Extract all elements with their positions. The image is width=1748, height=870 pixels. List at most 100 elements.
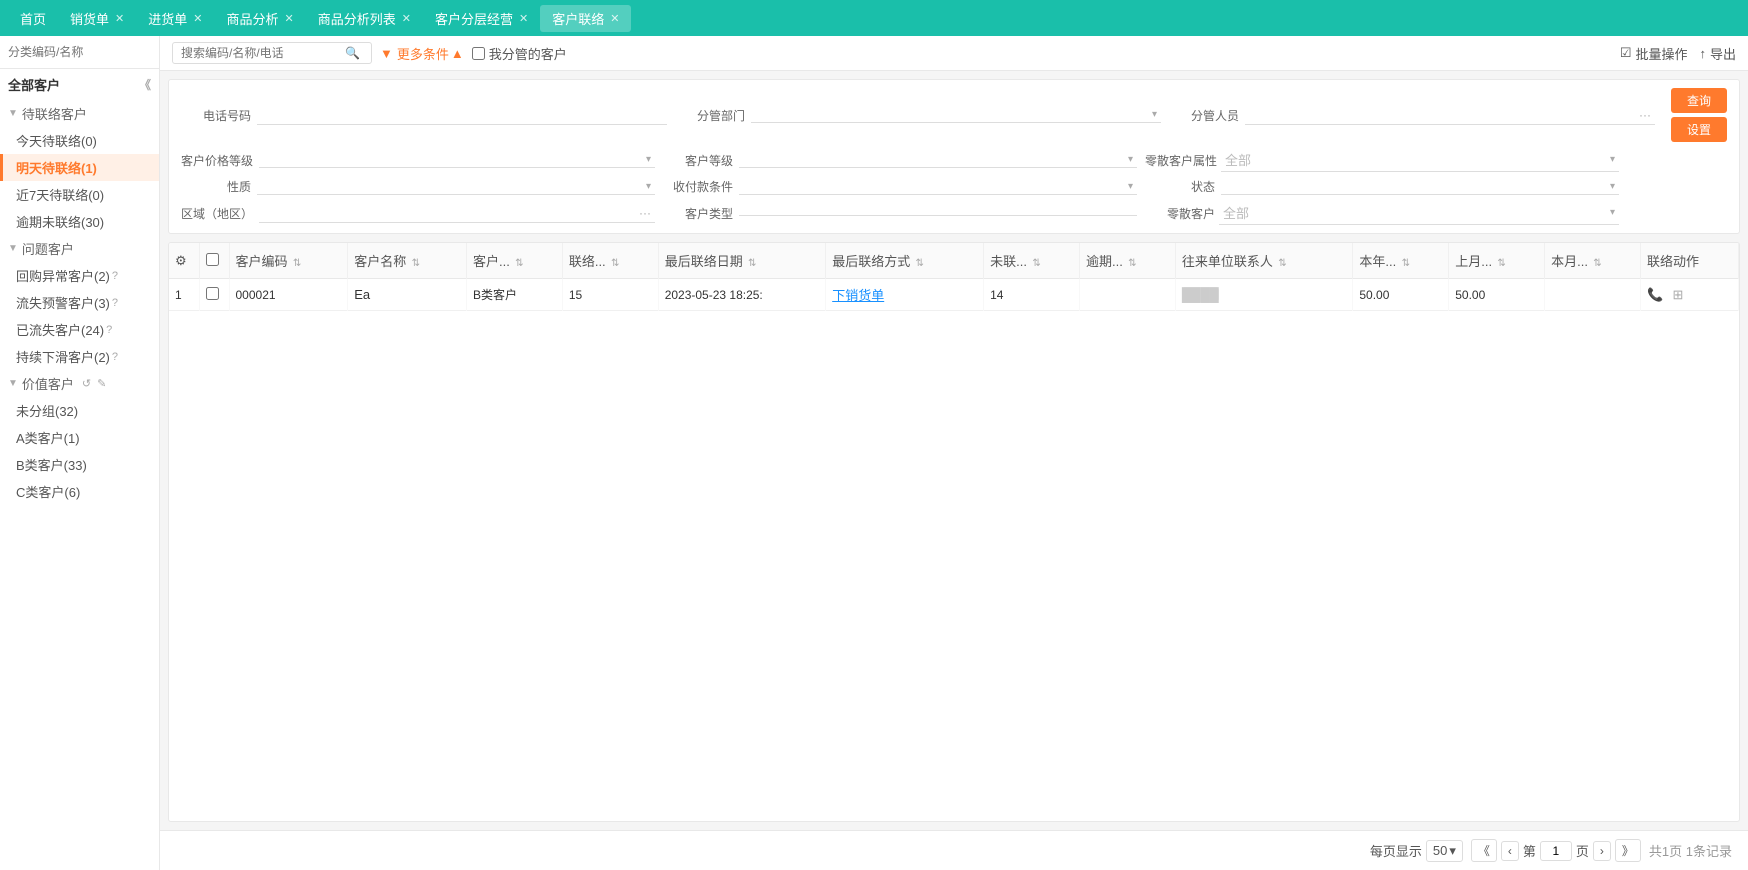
manager-ellipsis-icon[interactable]: ···	[1639, 108, 1651, 122]
last-method-link[interactable]: 下销货单	[832, 288, 884, 303]
filter-row-1: 电话号码 分管部门 ▾ 分管人员 ···	[181, 88, 1727, 142]
sort-this-month-icon[interactable]: ⇅	[1593, 258, 1601, 269]
sidebar-item-declining[interactable]: 持续下滑客户(2) ?	[0, 343, 159, 370]
retail-attr-select[interactable]: 全部 ▾	[1221, 148, 1619, 172]
last-page-btn[interactable]: 》	[1615, 839, 1641, 862]
sidebar-item-overdue[interactable]: 逾期未联络(30)	[0, 208, 159, 235]
nav-customer-tier[interactable]: 客户分层经营 ✕	[423, 5, 540, 32]
help-icon-1[interactable]: ?	[112, 270, 118, 282]
select-all-checkbox[interactable]	[206, 253, 219, 266]
search-icon[interactable]: 🔍	[345, 46, 360, 60]
sort-overdue-icon[interactable]: ⇅	[1128, 258, 1136, 269]
close-sales-icon[interactable]: ✕	[115, 12, 124, 25]
all-customers-header[interactable]: 全部客户 《	[0, 69, 159, 100]
more-conditions-btn[interactable]: ▼ 更多条件 ▲	[380, 44, 464, 63]
close-product-list-icon[interactable]: ✕	[402, 12, 411, 25]
sidebar-search-area: 🔍	[0, 36, 159, 69]
phone-label: 电话号码	[181, 107, 251, 124]
cell-last-method[interactable]: 下销货单	[826, 279, 984, 311]
nav-sales[interactable]: 销货单 ✕	[58, 5, 136, 32]
refresh-icon[interactable]: ↺	[82, 377, 91, 390]
sidebar-item-repurchase-abnormal[interactable]: 回购异常客户(2) ?	[0, 262, 159, 289]
price-level-select[interactable]: ▾	[259, 152, 655, 168]
phone-input[interactable]	[257, 106, 667, 125]
sort-contact-icon[interactable]: ⇅	[611, 258, 619, 269]
sort-year-icon[interactable]: ⇅	[1402, 258, 1410, 269]
action-more-icon[interactable]: ⊞	[1672, 287, 1683, 302]
next-page-btn[interactable]: ›	[1593, 841, 1611, 861]
sort-last-month-icon[interactable]: ⇅	[1497, 258, 1505, 269]
payment-select[interactable]: ▾	[739, 179, 1137, 195]
sort-type-icon[interactable]: ⇅	[515, 258, 523, 269]
edit-icon[interactable]: ✎	[97, 377, 106, 390]
nav-purchase[interactable]: 进货单 ✕	[136, 5, 214, 32]
sidebar-item-churn-warning[interactable]: 流失预警客户(3) ?	[0, 289, 159, 316]
cell-overdue	[1079, 279, 1175, 311]
status-select[interactable]: ▾	[1221, 179, 1619, 195]
help-icon-3[interactable]: ?	[106, 324, 112, 336]
sidebar-section-value: 价值客户 ↺ ✎	[0, 370, 159, 397]
gender-select[interactable]: ▾	[257, 179, 655, 195]
chevron-up-icon: ▲	[451, 46, 464, 61]
sort-name-icon[interactable]: ⇅	[412, 258, 420, 269]
nav-customer-contact[interactable]: 客户联络 ✕	[540, 5, 631, 32]
division-select[interactable]: ▾	[751, 107, 1161, 123]
my-customers-checkbox[interactable]	[472, 47, 485, 60]
sidebar-item-7days[interactable]: 近7天待联络(0)	[0, 181, 159, 208]
sidebar-item-ungrouped[interactable]: 未分组(32)	[0, 397, 159, 424]
help-icon-4[interactable]: ?	[112, 351, 118, 363]
table-gear-icon[interactable]: ⚙	[175, 253, 187, 268]
col-checkbox[interactable]	[199, 243, 229, 279]
col-last-method: 最后联络方式 ⇅	[826, 243, 984, 279]
close-customer-tier-icon[interactable]: ✕	[519, 12, 528, 25]
col-last-date: 最后联络日期 ⇅	[658, 243, 826, 279]
region-ellipsis-icon[interactable]: ···	[639, 206, 651, 220]
sort-code-icon[interactable]: ⇅	[293, 258, 301, 269]
nav-home[interactable]: 首页	[8, 5, 58, 32]
cell-no: 1	[169, 279, 199, 311]
action-phone-icon[interactable]: 📞	[1647, 287, 1663, 302]
row-checkbox[interactable]	[206, 287, 219, 300]
sidebar-search-input[interactable]	[8, 45, 160, 59]
retail-field: 零散客户 全部 ▾	[1145, 201, 1619, 225]
cell-contact-count: 15	[562, 279, 658, 311]
customer-level-select[interactable]: ▾	[739, 152, 1137, 168]
sidebar-item-today[interactable]: 今天待联络(0)	[0, 127, 159, 154]
cell-checkbox[interactable]	[199, 279, 229, 311]
cell-this-year: 50.00	[1353, 279, 1449, 311]
cell-action: 📞 ⊞	[1640, 279, 1738, 311]
sort-method-icon[interactable]: ⇅	[916, 258, 924, 269]
per-page-select[interactable]: 50 ▾	[1426, 840, 1463, 862]
customer-type-select[interactable]	[739, 211, 1137, 216]
region-select[interactable]: ···	[259, 204, 655, 223]
page-number-input[interactable]	[1540, 841, 1572, 861]
search-input[interactable]	[181, 46, 341, 60]
sidebar-item-tomorrow[interactable]: 明天待联络(1)	[0, 154, 159, 181]
nav-product-analysis[interactable]: 商品分析 ✕	[214, 5, 305, 32]
top-nav: 首页 销货单 ✕ 进货单 ✕ 商品分析 ✕ 商品分析列表 ✕ 客户分层经营 ✕ …	[0, 0, 1748, 36]
sidebar-item-c-class[interactable]: C类客户(6)	[0, 478, 159, 505]
query-button[interactable]: 查询	[1671, 88, 1727, 113]
retail-select[interactable]: 全部 ▾	[1219, 201, 1619, 225]
first-page-btn[interactable]: 《	[1471, 839, 1497, 862]
region-field: 区域（地区） ···	[181, 204, 655, 223]
nav-product-list[interactable]: 商品分析列表 ✕	[306, 5, 423, 32]
prev-page-btn[interactable]: ‹	[1501, 841, 1519, 861]
sidebar-item-a-class[interactable]: A类客户(1)	[0, 424, 159, 451]
close-product-analysis-icon[interactable]: ✕	[285, 12, 294, 25]
sidebar-item-b-class[interactable]: B类客户(33)	[0, 451, 159, 478]
help-icon-2[interactable]: ?	[112, 297, 118, 309]
sort-date-icon[interactable]: ⇅	[748, 258, 756, 269]
sidebar-item-churned[interactable]: 已流失客户(24) ?	[0, 316, 159, 343]
manager-select[interactable]: ···	[1245, 106, 1655, 125]
close-customer-contact-icon[interactable]: ✕	[610, 12, 619, 25]
sort-person-icon[interactable]: ⇅	[1278, 258, 1286, 269]
col-settings[interactable]: ⚙	[169, 243, 199, 279]
sort-uncontacted-icon[interactable]: ⇅	[1032, 258, 1040, 269]
export-btn[interactable]: ↑ 导出	[1699, 44, 1736, 63]
settings-button[interactable]: 设置	[1671, 117, 1727, 142]
close-purchase-icon[interactable]: ✕	[193, 12, 202, 25]
per-page-arrow-icon: ▾	[1449, 843, 1456, 859]
region-label: 区域（地区）	[181, 205, 253, 222]
batch-op-btn[interactable]: ☑ 批量操作	[1620, 44, 1688, 63]
